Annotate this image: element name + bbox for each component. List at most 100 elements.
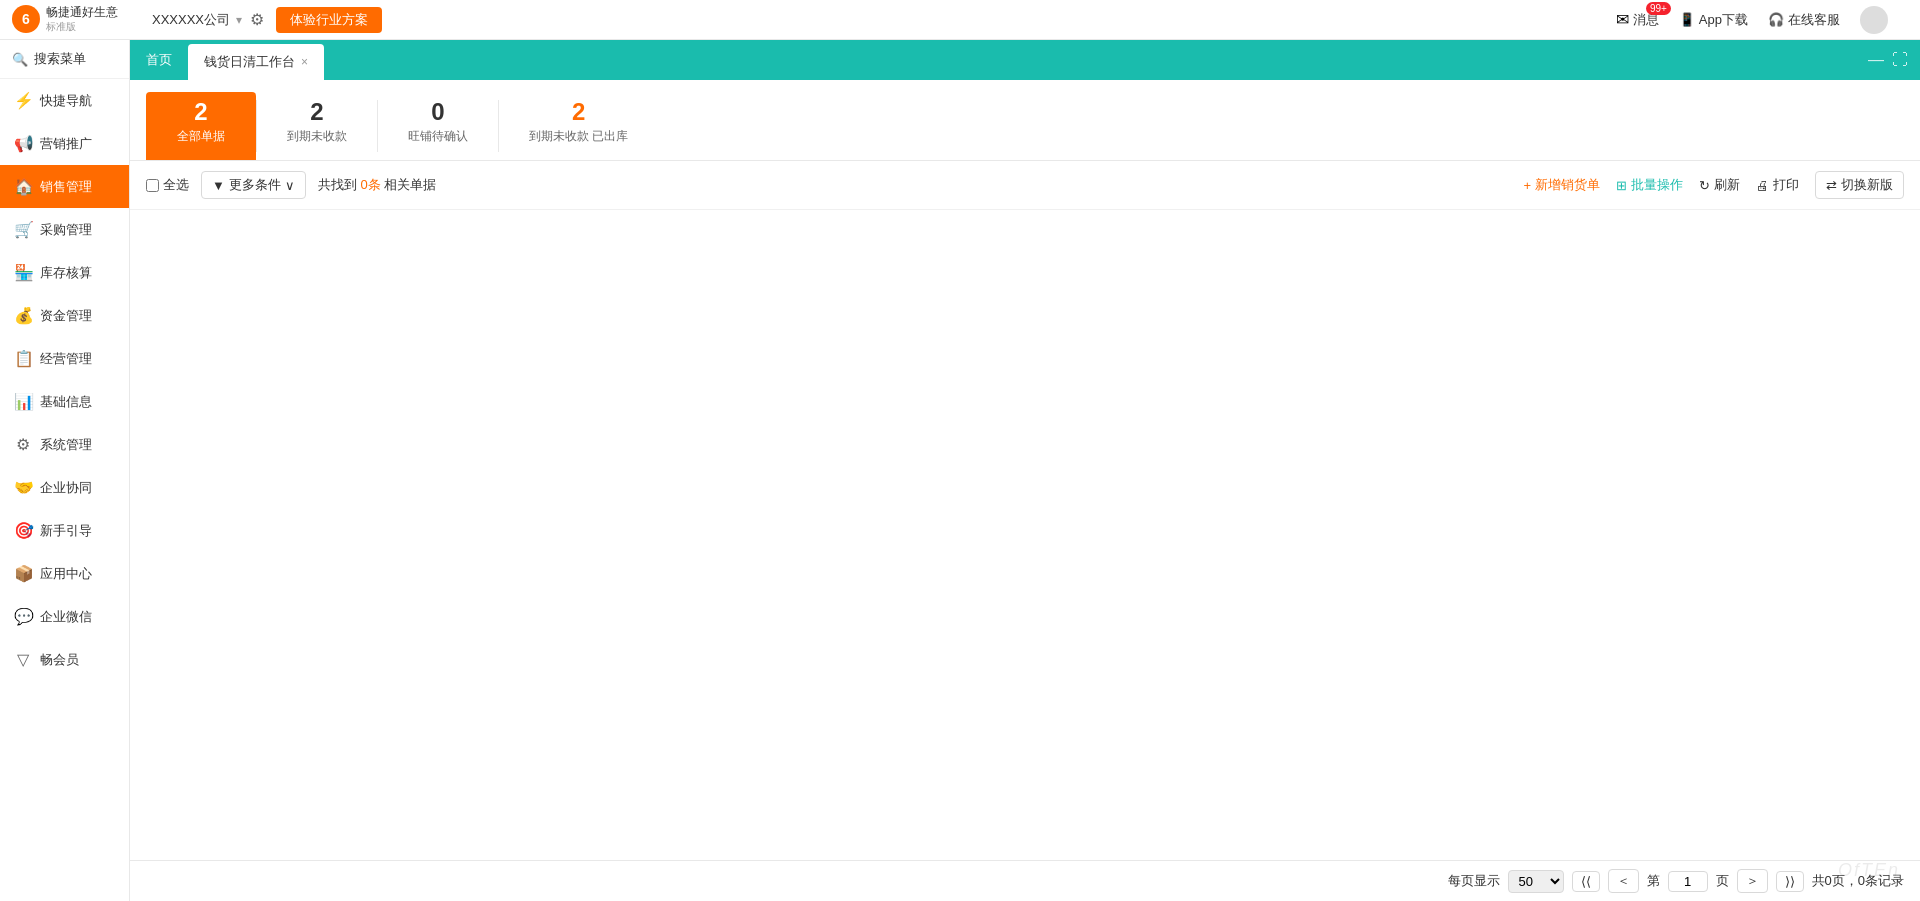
sidebar-label-wechat: 企业微信	[40, 608, 92, 626]
stat-count-overdue: 2	[310, 100, 323, 124]
basic-info-icon: 📊	[14, 392, 32, 411]
tab-minimize-icon[interactable]: —	[1868, 51, 1884, 69]
sidebar-item-basic-info[interactable]: 📊 基础信息	[0, 380, 129, 423]
sidebar-label-system: 系统管理	[40, 436, 92, 454]
toolbar: 全选 ▼ 更多条件 ∨ 共找到 0条 相关单据 + 新增销货单	[130, 161, 1920, 210]
batch-operation-button[interactable]: ⊞ 批量操作	[1616, 176, 1683, 194]
last-page-button[interactable]: ⟩⟩	[1776, 871, 1804, 892]
tab-home-label: 首页	[146, 51, 172, 69]
sidebar-label-member: 畅会员	[40, 651, 79, 669]
add-icon: +	[1523, 178, 1531, 193]
found-prefix: 共找到	[318, 177, 357, 192]
sidebar-item-wechat[interactable]: 💬 企业微信	[0, 595, 129, 638]
stat-count-shipped: 2	[572, 100, 585, 124]
switch-version-button[interactable]: ⇄ 切换新版	[1815, 171, 1904, 199]
refresh-button[interactable]: ↻ 刷新	[1699, 176, 1740, 194]
tab-maximize-icon[interactable]: ⛶	[1892, 51, 1908, 69]
try-industry-button[interactable]: 体验行业方案	[276, 7, 382, 33]
next-page-button[interactable]: ＞	[1737, 869, 1768, 893]
found-text: 共找到 0条 相关单据	[318, 176, 436, 194]
logo-icon: 6	[12, 5, 40, 33]
cooperation-icon: 🤝	[14, 478, 32, 497]
content-area: 首页 钱货日清工作台 × — ⛶ 2 全部单据	[130, 40, 1920, 901]
sidebar-label-marketing: 营销推广	[40, 135, 92, 153]
filter-button[interactable]: ▼ 更多条件 ∨	[201, 171, 306, 199]
sidebar-label-quick-nav: 快捷导航	[40, 92, 92, 110]
page-number-input[interactable]	[1668, 871, 1708, 892]
refresh-label: 刷新	[1714, 176, 1740, 194]
logo-text-block: 畅捷通好生意 标准版	[46, 5, 118, 33]
select-all-checkbox[interactable]	[146, 179, 159, 192]
sidebar-item-business[interactable]: 📋 经营管理	[0, 337, 129, 380]
total-records: 共0页，0条记录	[1812, 872, 1904, 890]
gear-icon[interactable]: ⚙	[250, 10, 264, 29]
tab-bar: 首页 钱货日清工作台 × — ⛶	[130, 40, 1920, 80]
prev-page-button[interactable]: ＜	[1608, 869, 1639, 893]
sidebar-item-app-center[interactable]: 📦 应用中心	[0, 552, 129, 595]
company-selector[interactable]: XXXXXX公司 ▾	[152, 11, 242, 29]
app-download-label: App下载	[1699, 11, 1748, 29]
sidebar-label-finance: 资金管理	[40, 307, 92, 325]
app-center-icon: 📦	[14, 564, 32, 583]
stat-tab-pending[interactable]: 0 旺铺待确认	[378, 92, 498, 160]
service-icon: 🎧	[1768, 12, 1784, 27]
tab-close-icon[interactable]: ×	[301, 55, 308, 69]
print-button[interactable]: 🖨 打印	[1756, 176, 1799, 194]
message-area[interactable]: ✉ 消息 99+	[1616, 10, 1659, 29]
sidebar-item-member[interactable]: ▽ 畅会员	[0, 638, 129, 681]
sidebar-item-cooperation[interactable]: 🤝 企业协同	[0, 466, 129, 509]
add-sales-button[interactable]: + 新增销货单	[1523, 176, 1600, 194]
switch-label: 切换新版	[1841, 176, 1893, 194]
logo-badge: 标准版	[46, 20, 118, 34]
print-label: 打印	[1773, 176, 1799, 194]
stat-label-pending: 旺铺待确认	[408, 128, 468, 145]
sidebar-item-finance[interactable]: 💰 资金管理	[0, 294, 129, 337]
sidebar-item-quick-nav[interactable]: ⚡ 快捷导航	[0, 79, 129, 122]
online-service-link[interactable]: 🎧 在线客服	[1768, 11, 1840, 29]
stats-section: 2 全部单据 2 到期未收款 0 旺铺待确认 2	[130, 80, 1920, 161]
page-size-select[interactable]: 10 20 50 100	[1508, 870, 1564, 893]
batch-label: 批量操作	[1631, 176, 1683, 194]
company-name: XXXXXX公司	[152, 11, 230, 29]
quick-nav-icon: ⚡	[14, 91, 32, 110]
select-all-area[interactable]: 全选	[146, 176, 189, 194]
stat-tab-overdue[interactable]: 2 到期未收款	[257, 92, 377, 160]
stat-tab-all[interactable]: 2 全部单据	[146, 92, 256, 160]
page-size-label: 每页显示	[1448, 872, 1500, 890]
sidebar-item-purchase[interactable]: 🛒 采购管理	[0, 208, 129, 251]
sidebar-item-inventory[interactable]: 🏪 库存核算	[0, 251, 129, 294]
stat-count-all: 2	[194, 100, 207, 124]
chevron-down-icon: ▾	[236, 13, 242, 27]
sidebar: 🔍 搜索菜单 ⚡ 快捷导航 📢 营销推广 🏠 销售管理 🛒 采购管理 🏪 库存核…	[0, 40, 130, 901]
stats-tabs: 2 全部单据 2 到期未收款 0 旺铺待确认 2	[146, 92, 1904, 160]
marketing-icon: 📢	[14, 134, 32, 153]
sidebar-item-marketing[interactable]: 📢 营销推广	[0, 122, 129, 165]
avatar[interactable]	[1860, 6, 1888, 34]
app-icon: 📱	[1679, 12, 1695, 27]
stat-tab-shipped[interactable]: 2 到期未收款 已出库	[499, 92, 658, 160]
sidebar-label-business: 经营管理	[40, 350, 92, 368]
sales-icon: 🏠	[14, 177, 32, 196]
message-icon: ✉	[1616, 10, 1629, 29]
tab-home[interactable]: 首页	[130, 40, 188, 80]
batch-icon: ⊞	[1616, 178, 1627, 193]
sidebar-item-guide[interactable]: 🎯 新手引导	[0, 509, 129, 552]
table-area	[130, 210, 1920, 860]
sidebar-label-basic-info: 基础信息	[40, 393, 92, 411]
add-label: 新增销货单	[1535, 176, 1600, 194]
sidebar-item-system[interactable]: ⚙ 系统管理	[0, 423, 129, 466]
sidebar-label-sales: 销售管理	[40, 178, 92, 196]
tab-bar-actions: — ⛶	[1868, 51, 1920, 69]
print-icon: 🖨	[1756, 178, 1769, 193]
select-all-label: 全选	[163, 176, 189, 194]
found-suffix: 相关单据	[384, 177, 436, 192]
app-download-link[interactable]: 📱 App下载	[1679, 11, 1748, 29]
filter-icon: ▼	[212, 178, 225, 193]
filter-chevron-icon: ∨	[285, 178, 295, 193]
sidebar-search[interactable]: 🔍 搜索菜单	[0, 40, 129, 79]
empty-state	[130, 210, 1920, 860]
sidebar-item-sales[interactable]: 🏠 销售管理	[0, 165, 129, 208]
tab-workbench[interactable]: 钱货日清工作台 ×	[188, 44, 324, 80]
first-page-button[interactable]: ⟨⟨	[1572, 871, 1600, 892]
header-right: ✉ 消息 99+ 📱 App下载 🎧 在线客服	[1616, 6, 1908, 34]
